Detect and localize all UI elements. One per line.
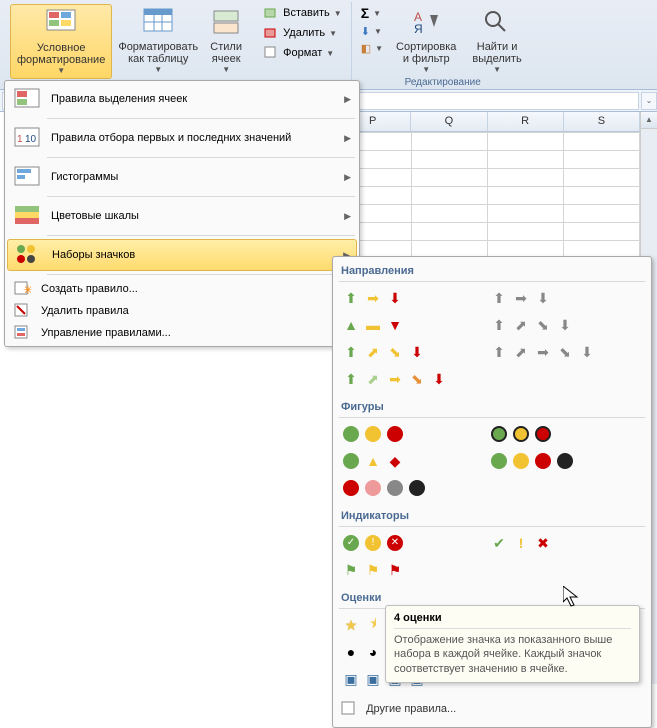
iconset-5-arrows-gray[interactable]: ⬆⬈➡⬊⬇ bbox=[487, 340, 627, 364]
find-icon bbox=[481, 7, 513, 39]
iconset-4-arrows-color[interactable]: ⬆⬈⬊⬇ bbox=[339, 340, 479, 364]
expand-formula-icon[interactable]: ⌄ bbox=[641, 92, 657, 110]
chevron-down-icon: ▼ bbox=[493, 65, 501, 74]
iconset-3-circles[interactable] bbox=[339, 422, 479, 446]
cell-styles-button[interactable]: Стили ячеек▼ bbox=[204, 4, 248, 79]
col-header[interactable]: Q bbox=[411, 112, 487, 131]
more-rules-link[interactable]: Другие правила... bbox=[339, 697, 645, 721]
iconset-4-circles[interactable] bbox=[487, 449, 627, 473]
chevron-down-icon: ▼ bbox=[154, 65, 162, 74]
col-header[interactable]: S bbox=[564, 112, 640, 131]
menu-manage-rules[interactable]: Управление правилами... bbox=[7, 322, 357, 344]
separator bbox=[47, 196, 355, 197]
scroll-up-icon[interactable]: ▲ bbox=[641, 112, 657, 129]
menu-color-scales[interactable]: Цветовые шкалы▶ bbox=[7, 200, 357, 232]
sort-filter-icon: AЯ bbox=[410, 7, 442, 39]
more-rules-icon bbox=[341, 701, 357, 717]
insert-icon bbox=[263, 5, 279, 21]
submenu-arrow-icon: ▶ bbox=[344, 133, 351, 144]
menu-top-bottom[interactable]: 110 Правила отбора первых и последних зн… bbox=[7, 122, 357, 154]
chevron-down-icon: ▼ bbox=[375, 44, 383, 53]
sort-filter-button[interactable]: AЯ Сортировка и фильтр▼ bbox=[390, 4, 462, 77]
category-indicators: Индикаторы bbox=[339, 506, 645, 527]
chevron-down-icon: ▼ bbox=[422, 65, 430, 74]
category-directions: Направления bbox=[339, 261, 645, 282]
data-bars-icon bbox=[13, 165, 41, 189]
iconset-3-arrows-color[interactable]: ⬆➡⬇ bbox=[339, 286, 479, 310]
clear-rules-icon bbox=[13, 302, 31, 320]
menu-icon-sets[interactable]: Наборы значков▶ bbox=[7, 239, 357, 271]
conditional-formatting-button[interactable]: Условное форматирование▼ bbox=[10, 4, 112, 79]
svg-text:1: 1 bbox=[17, 134, 23, 145]
menu-highlight-cells[interactable]: Правила выделения ячеек▶ bbox=[7, 83, 357, 115]
chevron-down-icon: ▼ bbox=[326, 49, 334, 58]
iconset-3-signs[interactable]: ▲◆ bbox=[339, 449, 479, 473]
fill-down-icon: ⬇ bbox=[361, 25, 370, 38]
iconset-3-symbols-circled[interactable]: ✓!✕ bbox=[339, 531, 479, 555]
find-select-button[interactable]: Найти и выделить▼ bbox=[466, 4, 527, 77]
iconset-5-arrows-color[interactable]: ⬆⬈➡⬊⬇ bbox=[339, 367, 479, 391]
delete-button[interactable]: Удалить ▼ bbox=[260, 24, 345, 42]
group-label: Редактирование bbox=[405, 77, 481, 88]
iconset-3-triangles[interactable]: ▲▬▼ bbox=[339, 313, 479, 337]
format-button[interactable]: Формат ▼ bbox=[260, 44, 345, 62]
chevron-down-icon: ▼ bbox=[222, 65, 230, 74]
menu-clear-rules[interactable]: Удалить правила▶ bbox=[7, 300, 357, 322]
iconset-3-flags[interactable]: ⚑⚑⚑ bbox=[339, 558, 479, 582]
editing-group: Σ ▼ ⬇ ▼ ◧ ▼ AЯ Сортировка и фильтр▼ Найт… bbox=[352, 2, 534, 87]
chevron-down-icon: ▼ bbox=[57, 66, 65, 75]
conditional-formatting-icon bbox=[45, 8, 77, 40]
tooltip-title: 4 оценки bbox=[394, 612, 631, 629]
submenu-arrow-icon: ▶ bbox=[344, 211, 351, 222]
svg-text:Я: Я bbox=[414, 22, 423, 36]
category-shapes: Фигуры bbox=[339, 397, 645, 418]
color-scales-icon bbox=[13, 204, 41, 228]
conditional-formatting-menu: Правила выделения ячеек▶ 110 Правила отб… bbox=[4, 80, 360, 347]
svg-text:✳: ✳ bbox=[23, 283, 31, 297]
styles-group: Условное форматирование▼ Форматировать к… bbox=[4, 2, 254, 87]
sigma-icon: Σ bbox=[361, 5, 369, 21]
delete-icon bbox=[263, 25, 279, 41]
eraser-icon: ◧ bbox=[361, 42, 371, 55]
format-icon bbox=[263, 45, 279, 61]
clear-button[interactable]: ◧ ▼ bbox=[358, 41, 386, 56]
chevron-down-icon: ▼ bbox=[329, 29, 337, 38]
iconset-3-arrows-gray[interactable]: ⬆➡⬇ bbox=[487, 286, 627, 310]
new-rule-icon: ✳ bbox=[13, 280, 31, 298]
menu-new-rule[interactable]: ✳ Создать правило... bbox=[7, 278, 357, 300]
iconset-3-traffic-lights-rimmed[interactable] bbox=[487, 422, 627, 446]
separator bbox=[47, 157, 355, 158]
chevron-down-icon: ▼ bbox=[373, 9, 381, 18]
column-headers: P Q R S bbox=[335, 112, 640, 132]
iconset-4-red-to-black[interactable] bbox=[339, 476, 479, 500]
svg-text:10: 10 bbox=[25, 134, 37, 145]
iconset-3-symbols-uncircled[interactable]: ✔!✖ bbox=[487, 531, 627, 555]
chevron-down-icon: ▼ bbox=[334, 9, 342, 18]
cell-styles-icon bbox=[210, 7, 242, 39]
icon-sets-icon bbox=[14, 243, 42, 267]
autosum-button[interactable]: Σ ▼ bbox=[358, 4, 386, 22]
cells-group: Вставить ▼ Удалить ▼ Формат ▼ bbox=[254, 2, 352, 87]
col-header[interactable]: R bbox=[488, 112, 564, 131]
tooltip-body: Отображение значка из показанного выше н… bbox=[394, 633, 631, 676]
chevron-down-icon: ▼ bbox=[374, 27, 382, 36]
table-icon bbox=[142, 7, 174, 39]
tooltip: 4 оценки Отображение значка из показанно… bbox=[385, 605, 640, 683]
fill-button[interactable]: ⬇ ▼ bbox=[358, 24, 386, 39]
separator bbox=[47, 235, 355, 236]
menu-data-bars[interactable]: Гистограммы▶ bbox=[7, 161, 357, 193]
highlight-cells-icon bbox=[13, 87, 41, 111]
iconset-4-arrows-gray[interactable]: ⬆⬈⬊⬇ bbox=[487, 313, 627, 337]
submenu-arrow-icon: ▶ bbox=[344, 172, 351, 183]
separator bbox=[47, 274, 355, 275]
submenu-arrow-icon: ▶ bbox=[344, 94, 351, 105]
ribbon: Условное форматирование▼ Форматировать к… bbox=[0, 0, 657, 90]
top-bottom-icon: 110 bbox=[13, 126, 41, 150]
format-as-table-button[interactable]: Форматировать как таблицу▼ bbox=[112, 4, 204, 79]
separator bbox=[47, 118, 355, 119]
insert-button[interactable]: Вставить ▼ bbox=[260, 4, 345, 22]
manage-rules-icon bbox=[13, 324, 31, 342]
